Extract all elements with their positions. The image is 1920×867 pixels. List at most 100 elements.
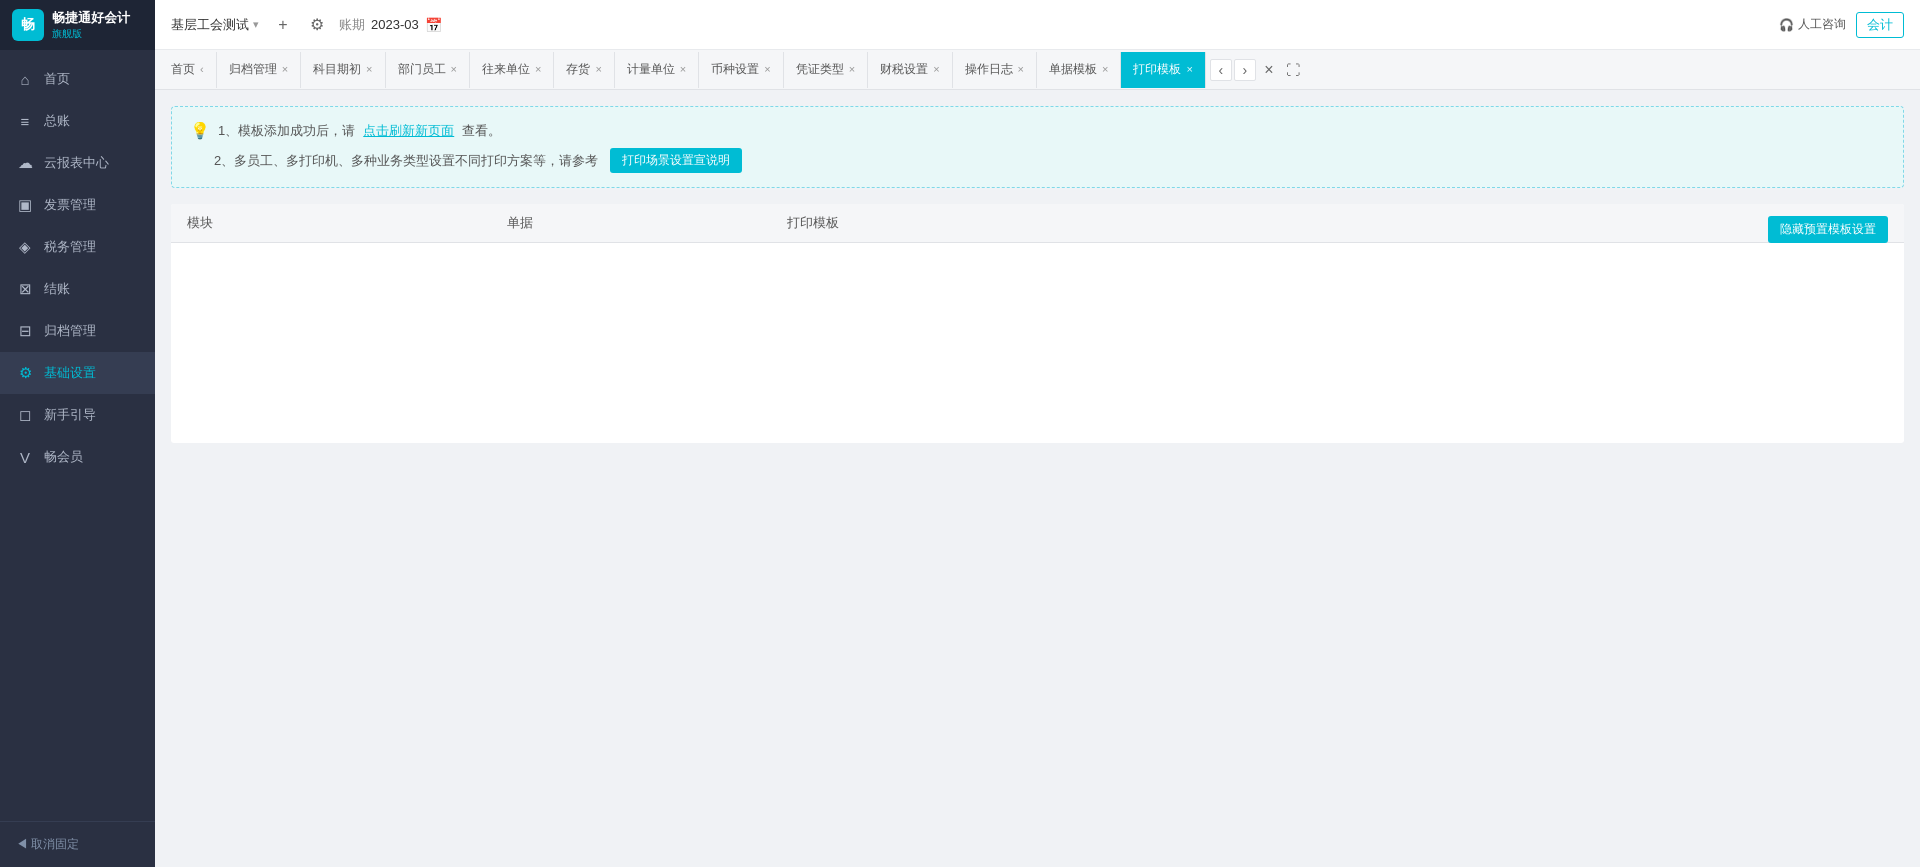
sidebar: 畅 畅捷通好会计 旗舰版 ⌂ 首页 ≡ 总账 ☁ 云报表中心 ▣ 发票管理 ◈ … bbox=[0, 0, 155, 867]
tab-archive-mgmt-close-icon[interactable]: × bbox=[282, 64, 288, 75]
headset-icon: 🎧 bbox=[1779, 18, 1794, 32]
print-scene-button[interactable]: 打印场景设置宣说明 bbox=[610, 148, 742, 173]
logo-sub: 旗舰版 bbox=[52, 27, 130, 41]
kuaiji-button[interactable]: 会计 bbox=[1856, 12, 1904, 38]
content-wrapper: 隐藏预置模板设置 💡 1、模板添加成功后，请 点击刷新新页面 查看。 2、多员工… bbox=[171, 106, 1904, 443]
tab-supplier-close-icon[interactable]: × bbox=[535, 64, 541, 75]
archive-icon: ⊟ bbox=[16, 322, 34, 340]
home-icon: ⌂ bbox=[16, 70, 34, 88]
guide-icon: ◻ bbox=[16, 406, 34, 424]
sidebar-item-reports[interactable]: ☁ 云报表中心 bbox=[0, 142, 155, 184]
invoice-icon: ▣ bbox=[16, 196, 34, 214]
sidebar-item-label: 结账 bbox=[44, 280, 70, 298]
tab-unit[interactable]: 计量单位 × bbox=[615, 52, 699, 88]
sidebar-item-close[interactable]: ⊠ 结账 bbox=[0, 268, 155, 310]
notice-row-2: 2、多员工、多打印机、多种业务类型设置不同打印方案等，请参考 打印场景设置宣说明 bbox=[190, 148, 1885, 173]
tab-label: 单据模板 bbox=[1049, 61, 1097, 78]
tab-voucher-type[interactable]: 凭证类型 × bbox=[784, 52, 868, 88]
table-header: 模块 单据 打印模板 bbox=[171, 204, 1904, 243]
sidebar-nav: ⌂ 首页 ≡ 总账 ☁ 云报表中心 ▣ 发票管理 ◈ 税务管理 ⊠ 结账 ⊟ 归… bbox=[0, 50, 155, 821]
sidebar-item-label: 基础设置 bbox=[44, 364, 96, 382]
sidebar-item-guide[interactable]: ◻ 新手引导 bbox=[0, 394, 155, 436]
tab-voucher-type-close-icon[interactable]: × bbox=[849, 64, 855, 75]
settings-gear-button[interactable]: ⚙ bbox=[305, 13, 329, 37]
tab-expand-button[interactable]: ⛶ bbox=[1282, 59, 1304, 81]
notice-box: 💡 1、模板添加成功后，请 点击刷新新页面 查看。 2、多员工、多打印机、多种业… bbox=[171, 106, 1904, 188]
table-body bbox=[171, 243, 1904, 443]
add-tab-button[interactable]: + bbox=[271, 13, 295, 37]
tab-home[interactable]: 首页 ‹ bbox=[159, 52, 217, 88]
topbar: 基层工会测试 ▾ + ⚙ 账期 2023-03 📅 🎧 人工咨询 会计 bbox=[155, 0, 1920, 50]
tab-tax-settings[interactable]: 财税设置 × bbox=[868, 52, 952, 88]
sidebar-item-invoice[interactable]: ▣ 发票管理 bbox=[0, 184, 155, 226]
sidebar-item-ledger[interactable]: ≡ 总账 bbox=[0, 100, 155, 142]
calendar-icon[interactable]: 📅 bbox=[425, 17, 442, 33]
sidebar-item-label: 归档管理 bbox=[44, 322, 96, 340]
notice-line2-pre: 2、多员工、多打印机、多种业务类型设置不同打印方案等，请参考 bbox=[214, 152, 598, 170]
tab-print-template-close-icon[interactable]: × bbox=[1186, 64, 1192, 75]
tab-currency-close-icon[interactable]: × bbox=[764, 64, 770, 75]
service-button[interactable]: 🎧 人工咨询 bbox=[1779, 16, 1846, 33]
tab-currency[interactable]: 币种设置 × bbox=[699, 52, 783, 88]
hide-preview-button[interactable]: 隐藏预置模板设置 bbox=[1768, 216, 1888, 243]
cloud-icon: ☁ bbox=[16, 154, 34, 172]
topbar-actions: + ⚙ bbox=[271, 13, 329, 37]
sidebar-item-label: 畅会员 bbox=[44, 448, 83, 466]
sidebar-item-label: 首页 bbox=[44, 70, 70, 88]
sidebar-unpin-button[interactable]: ◀ 取消固定 bbox=[0, 821, 155, 867]
tab-prev-button[interactable]: ‹ bbox=[1210, 59, 1232, 81]
service-label: 人工咨询 bbox=[1798, 16, 1846, 33]
sidebar-item-label: 发票管理 bbox=[44, 196, 96, 214]
tab-single-template-close-icon[interactable]: × bbox=[1102, 64, 1108, 75]
tab-label: 操作日志 bbox=[965, 61, 1013, 78]
content-area: 隐藏预置模板设置 💡 1、模板添加成功后，请 点击刷新新页面 查看。 2、多员工… bbox=[155, 90, 1920, 867]
tab-next-button[interactable]: › bbox=[1234, 59, 1256, 81]
tabbar-nav: ‹ › × ⛶ bbox=[1210, 59, 1304, 81]
sidebar-item-label: 云报表中心 bbox=[44, 154, 109, 172]
tab-close-all-button[interactable]: × bbox=[1258, 59, 1280, 81]
tab-label: 存货 bbox=[566, 61, 590, 78]
tab-label: 币种设置 bbox=[711, 61, 759, 78]
logo-icon: 畅 bbox=[12, 9, 44, 41]
notice-refresh-link[interactable]: 点击刷新新页面 bbox=[363, 122, 454, 140]
tab-op-log-close-icon[interactable]: × bbox=[1018, 64, 1024, 75]
tab-op-log[interactable]: 操作日志 × bbox=[953, 52, 1037, 88]
tab-subject-init-close-icon[interactable]: × bbox=[366, 64, 372, 75]
sidebar-item-archive[interactable]: ⊟ 归档管理 bbox=[0, 310, 155, 352]
sidebar-item-member[interactable]: V 畅会员 bbox=[0, 436, 155, 478]
member-icon: V bbox=[16, 448, 34, 466]
sidebar-item-tax[interactable]: ◈ 税务管理 bbox=[0, 226, 155, 268]
tax-icon: ◈ bbox=[16, 238, 34, 256]
company-name: 基层工会测试 bbox=[171, 16, 249, 34]
tab-dept-staff-close-icon[interactable]: × bbox=[451, 64, 457, 75]
app-logo: 畅 畅捷通好会计 旗舰版 bbox=[0, 0, 155, 50]
company-selector[interactable]: 基层工会测试 ▾ bbox=[171, 16, 259, 34]
tab-home-close-icon[interactable]: ‹ bbox=[200, 64, 204, 75]
topbar-right: 🎧 人工咨询 会计 bbox=[1779, 12, 1904, 38]
sidebar-item-label: 总账 bbox=[44, 112, 70, 130]
bulb-icon: 💡 bbox=[190, 121, 210, 140]
tab-label: 科目期初 bbox=[313, 61, 361, 78]
tab-inventory[interactable]: 存货 × bbox=[554, 52, 614, 88]
tab-supplier[interactable]: 往来单位 × bbox=[470, 52, 554, 88]
tab-unit-close-icon[interactable]: × bbox=[680, 64, 686, 75]
company-arrow-icon: ▾ bbox=[253, 18, 259, 31]
tab-label: 计量单位 bbox=[627, 61, 675, 78]
tab-dept-staff[interactable]: 部门员工 × bbox=[386, 52, 470, 88]
tab-label: 打印模板 bbox=[1133, 61, 1181, 78]
period-display: 账期 2023-03 📅 bbox=[339, 16, 442, 34]
tab-single-template[interactable]: 单据模板 × bbox=[1037, 52, 1121, 88]
table-col-document: 单据 bbox=[491, 214, 771, 232]
sidebar-item-settings[interactable]: ⚙ 基础设置 bbox=[0, 352, 155, 394]
notice-row-1: 💡 1、模板添加成功后，请 点击刷新新页面 查看。 bbox=[190, 121, 1885, 140]
tab-print-template[interactable]: 打印模板 × bbox=[1121, 52, 1205, 88]
tab-label: 首页 bbox=[171, 61, 195, 78]
data-table: 模块 单据 打印模板 bbox=[171, 204, 1904, 443]
tab-subject-init[interactable]: 科目期初 × bbox=[301, 52, 385, 88]
tab-inventory-close-icon[interactable]: × bbox=[595, 64, 601, 75]
tab-archive-mgmt[interactable]: 归档管理 × bbox=[217, 52, 301, 88]
sidebar-item-label: 新手引导 bbox=[44, 406, 96, 424]
sidebar-item-home[interactable]: ⌂ 首页 bbox=[0, 58, 155, 100]
notice-line1-pre: 1、模板添加成功后，请 bbox=[218, 122, 355, 140]
tab-tax-settings-close-icon[interactable]: × bbox=[933, 64, 939, 75]
